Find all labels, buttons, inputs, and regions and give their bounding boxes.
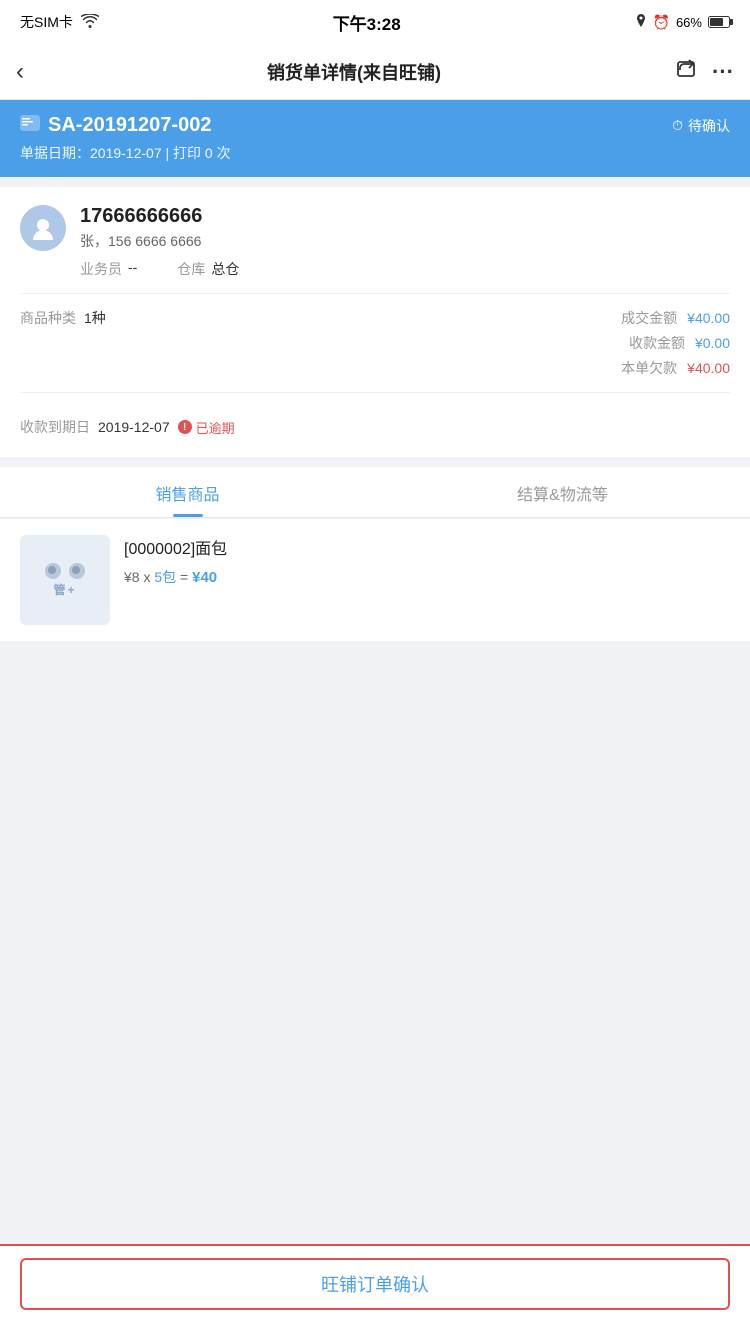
content-spacer: [0, 641, 750, 761]
amount-row-1: 收款金额 ¥0.00: [629, 333, 730, 353]
product-qty: 5包: [154, 569, 176, 585]
customer-meta: 业务员 -- 仓库 总仓: [80, 259, 730, 279]
stats-left: 商品种类 1种: [20, 308, 621, 328]
stats-row: 商品种类 1种 成交金额 ¥40.00 收款金额 ¥0.00 本单欠款 ¥40.…: [20, 308, 730, 378]
status-right: ⏰ 66%: [635, 14, 730, 31]
amount-value-1: ¥0.00: [695, 335, 730, 351]
tab-sales[interactable]: 销售商品: [0, 467, 375, 517]
due-date-value: 2019-12-07: [98, 419, 170, 435]
order-header: SA-20191207-002 ⏱ 待确认 单据日期：2019-12-07 | …: [0, 100, 750, 177]
order-id: SA-20191207-002: [20, 114, 211, 137]
product-types-label: 商品种类: [20, 308, 76, 328]
amount-label-1: 收款金额: [629, 333, 685, 353]
order-status: ⏱ 待确认: [672, 116, 730, 136]
product-name: [0000002]面包: [124, 535, 730, 559]
product-total: ¥40: [192, 569, 217, 586]
amount-value-2: ¥40.00: [687, 360, 730, 376]
divider-2: [20, 392, 730, 393]
customer-card: 17666666666 张，156 6666 6666 业务员 -- 仓库 总仓…: [0, 187, 750, 457]
status-left: 无SIM卡: [20, 12, 99, 32]
overdue-text: 已逾期: [196, 418, 235, 437]
tab-settlement[interactable]: 结算&物流等: [375, 467, 750, 517]
divider-1: [20, 293, 730, 294]
wifi-icon: [81, 14, 99, 31]
product-list: 管+ [0000002]面包 ¥8 x 5包 = ¥40: [0, 519, 750, 641]
overdue-badge: ! 已逾期: [178, 418, 235, 437]
battery-icon: [708, 16, 730, 28]
amount-value-0: ¥40.00: [687, 310, 730, 326]
product-price-row: ¥8 x 5包 = ¥40: [124, 567, 730, 587]
price-equals: =: [176, 569, 192, 585]
location-icon: [635, 14, 647, 31]
status-bar: 无SIM卡 下午3:28 ⏰ 66%: [0, 0, 750, 44]
product-types-value: 1种: [84, 308, 106, 328]
amount-label-0: 成交金额: [621, 308, 677, 328]
battery-percent: 66%: [676, 15, 702, 30]
bottom-bar: 旺铺订单确认: [0, 1244, 750, 1334]
due-date-row: 收款到期日 2019-12-07 ! 已逾期: [20, 407, 730, 439]
tabs-container: 销售商品 结算&物流等: [0, 467, 750, 518]
salesperson-field: 业务员 --: [80, 259, 137, 279]
product-price: ¥8 x: [124, 569, 154, 585]
customer-name: 张，156 6666 6666: [80, 231, 730, 251]
back-button[interactable]: ‹: [8, 50, 32, 94]
alarm-icon: ⏰: [653, 14, 670, 31]
time-display: 下午3:28: [333, 10, 401, 35]
customer-info: 17666666666 张，156 6666 6666 业务员 -- 仓库 总仓: [80, 205, 730, 279]
avatar: [20, 205, 66, 251]
product-thumbnail: 管+: [20, 535, 110, 625]
share-button[interactable]: [676, 59, 696, 85]
list-item: 管+ [0000002]面包 ¥8 x 5包 = ¥40: [0, 519, 750, 641]
product-info: [0000002]面包 ¥8 x 5包 = ¥40: [124, 535, 730, 587]
carrier-label: 无SIM卡: [20, 12, 73, 32]
owl-eyes-icon: [45, 563, 85, 579]
due-date-label: 收款到期日: [20, 417, 90, 437]
warehouse-field: 仓库 总仓: [177, 259, 239, 279]
nav-bar: ‹ 销货单详情(来自旺铺) ···: [0, 44, 750, 100]
order-date-line: 单据日期：2019-12-07 | 打印 0 次: [20, 143, 730, 163]
status-clock-icon: ⏱: [672, 117, 683, 134]
page-title: 销货单详情(来自旺铺): [267, 59, 441, 85]
nav-actions: ···: [676, 59, 734, 85]
amount-row-2: 本单欠款 ¥40.00: [621, 358, 730, 378]
overdue-icon: !: [178, 420, 192, 434]
more-button[interactable]: ···: [712, 59, 734, 85]
confirm-order-button[interactable]: 旺铺订单确认: [20, 1258, 730, 1310]
stats-right: 成交金额 ¥40.00 收款金额 ¥0.00 本单欠款 ¥40.00: [621, 308, 730, 378]
amount-label-2: 本单欠款: [621, 358, 677, 378]
amount-row-0: 成交金额 ¥40.00: [621, 308, 730, 328]
customer-phone: 17666666666: [80, 205, 730, 228]
product-types-item: 商品种类 1种: [20, 308, 621, 328]
order-header-icon: [20, 114, 40, 137]
